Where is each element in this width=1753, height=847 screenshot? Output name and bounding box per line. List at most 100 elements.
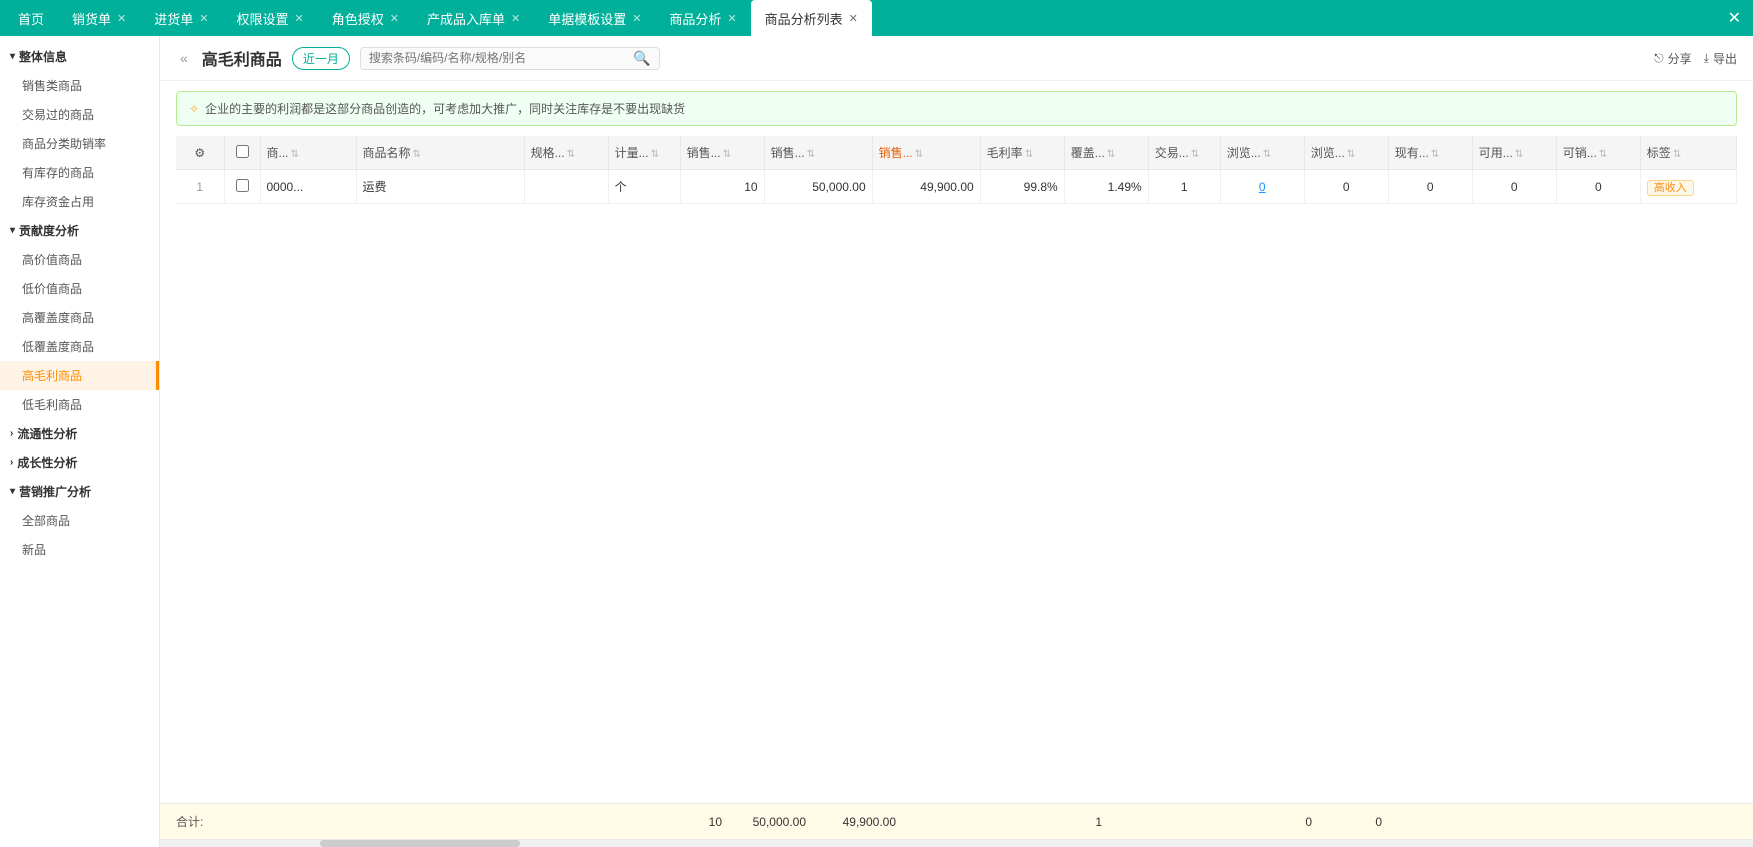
cell-name: 运费 [356,170,524,204]
sidebar-group-contribution[interactable]: ▾ 贡献度分析 [0,216,159,245]
info-icon: ✧ [189,102,199,116]
col-header-name[interactable]: 商品名称⇅ [356,136,524,170]
tab-close-sales-order[interactable]: ✕ [117,12,126,25]
sidebar-item-in-stock-goods[interactable]: 有库存的商品 [0,158,159,187]
sidebar-group-overall[interactable]: ▾ 整体信息 [0,42,159,71]
summary-sales-amount: 50,000.00 [722,815,812,829]
tab-product-analysis-list[interactable]: 商品分析列表 ✕ [751,0,872,36]
col-header-sales-profit[interactable]: 销售...⇅ [872,136,980,170]
info-banner: ✧ 企业的主要的利润都是这部分商品创造的，可考虑加大推广，同时关注库存是不要出现… [176,91,1737,126]
cell-browse1[interactable]: 0 [1220,170,1304,204]
sidebar-item-low-coverage[interactable]: 低覆盖度商品 [0,332,159,361]
sidebar-group-growth[interactable]: › 成长性分析 [0,448,159,477]
cell-stock-current: 0 [1388,170,1472,204]
tab-close-product-inbound[interactable]: ✕ [511,12,520,25]
col-header-checkbox[interactable] [224,136,260,170]
summary-sales-profit: 49,900.00 [812,815,902,829]
cell-code: 0000... [260,170,356,204]
row-checkbox[interactable] [236,179,249,192]
summary-sales-qty: 10 [652,815,722,829]
table-wrap: ⚙ 商...⇅ 商品名称⇅ 规格...⇅ 计量...⇅ 销售...⇅ 销售...… [160,136,1753,803]
tab-sales-order[interactable]: 销货单 ✕ [58,0,140,36]
tab-product-analysis[interactable]: 商品分析 ✕ [655,0,750,36]
filter-recent-month-button[interactable]: 近一月 [292,47,350,70]
cell-stock-available: 0 [1472,170,1556,204]
cell-checkbox[interactable] [224,170,260,204]
cell-spec [524,170,608,204]
col-header-stock-available[interactable]: 可用...⇅ [1472,136,1556,170]
col-header-stock-saleable[interactable]: 可销...⇅ [1556,136,1640,170]
data-table: ⚙ 商...⇅ 商品名称⇅ 规格...⇅ 计量...⇅ 销售...⇅ 销售...… [176,136,1737,204]
search-input[interactable] [369,51,634,65]
summary-label: 合计: [176,813,236,830]
sidebar-item-high-value[interactable]: 高价值商品 [0,245,159,274]
table-row: 1 0000... 运费 个 10 50,000.00 49,900.00 99… [176,170,1737,204]
col-header-sales-amount[interactable]: 销售...⇅ [764,136,872,170]
share-button[interactable]: ⎋ 分享 [1654,50,1692,67]
tab-permission-settings[interactable]: 权限设置 ✕ [222,0,317,36]
tab-close-product-analysis[interactable]: ✕ [727,12,736,25]
tab-purchase-order[interactable]: 进货单 ✕ [140,0,222,36]
tab-role-auth[interactable]: 角色授权 ✕ [318,0,413,36]
col-header-sales-qty[interactable]: 销售...⇅ [680,136,764,170]
arrow-growth: › [10,457,13,468]
tab-close-template[interactable]: ✕ [632,12,641,25]
sidebar-item-low-margin[interactable]: 低毛利商品 [0,390,159,419]
col-header-code[interactable]: 商...⇅ [260,136,356,170]
sidebar: ▾ 整体信息 销售类商品 交易过的商品 商品分类助销率 有库存的商品 库存资金占… [0,36,160,847]
col-header-gross-margin[interactable]: 毛利率⇅ [980,136,1064,170]
sidebar-item-high-margin[interactable]: 高毛利商品 [0,361,159,390]
export-icon: ⤓ [1704,51,1709,66]
sidebar-group-marketing[interactable]: ▾ 营销推广分析 [0,477,159,506]
sidebar-item-new-goods[interactable]: 新品 [0,535,159,564]
arrow-marketing: ▾ [10,486,15,497]
tab-home[interactable]: 首页 [4,0,58,36]
col-header-spec[interactable]: 规格...⇅ [524,136,608,170]
sidebar-group-liquidity[interactable]: › 流通性分析 [0,419,159,448]
close-window-button[interactable]: ✕ [1728,8,1749,28]
collapse-sidebar-button[interactable]: « [176,48,192,68]
tab-template-settings[interactable]: 单据模板设置 ✕ [534,0,655,36]
sidebar-item-high-coverage[interactable]: 高覆盖度商品 [0,303,159,332]
header-actions: ⎋ 分享 ⤓ 导出 [1654,50,1737,67]
cell-gross-margin: 99.8% [980,170,1064,204]
arrow-contribution: ▾ [10,225,15,236]
sidebar-item-all-goods[interactable]: 全部商品 [0,506,159,535]
col-header-browse1[interactable]: 浏览...⇅ [1220,136,1304,170]
col-header-browse2[interactable]: 浏览...⇅ [1304,136,1388,170]
export-button[interactable]: ⤓ 导出 [1704,50,1737,67]
cell-index: 1 [176,170,224,204]
col-header-unit[interactable]: 计量...⇅ [608,136,680,170]
cell-unit: 个 [608,170,680,204]
tab-close-permission[interactable]: ✕ [295,12,304,25]
summary-bar: 合计: 10 50,000.00 49,900.00 1 0 0 [160,803,1753,839]
col-header-trade[interactable]: 交易...⇅ [1148,136,1220,170]
sidebar-item-category-sales-rate[interactable]: 商品分类助销率 [0,129,159,158]
cell-sales-profit: 49,900.00 [872,170,980,204]
sidebar-item-sales-goods[interactable]: 销售类商品 [0,71,159,100]
table-header-row: ⚙ 商...⇅ 商品名称⇅ 规格...⇅ 计量...⇅ 销售...⇅ 销售...… [176,136,1737,170]
tab-product-inbound[interactable]: 产成品入库单 ✕ [413,0,534,36]
search-wrap: 🔍 [360,47,660,70]
sidebar-item-low-value[interactable]: 低价值商品 [0,274,159,303]
bottom-scrollbar[interactable] [160,839,1753,847]
sidebar-item-stock-capital[interactable]: 库存资金占用 [0,187,159,216]
col-header-stock-current[interactable]: 现有...⇅ [1388,136,1472,170]
cell-sales-qty: 10 [680,170,764,204]
main-layout: ▾ 整体信息 销售类商品 交易过的商品 商品分类助销率 有库存的商品 库存资金占… [0,36,1753,847]
cell-sales-amount: 50,000.00 [764,170,872,204]
tab-close-product-analysis-list[interactable]: ✕ [849,12,858,25]
summary-stock-available: 0 [1312,815,1382,829]
select-all-checkbox[interactable] [236,145,249,158]
tab-close-role-auth[interactable]: ✕ [390,12,399,25]
sidebar-item-traded-goods[interactable]: 交易过的商品 [0,100,159,129]
arrow-overall: ▾ [10,51,15,62]
arrow-liquidity: › [10,428,13,439]
content-area: « 高毛利商品 近一月 🔍 ⎋ 分享 ⤓ 导出 ✧ 企业的主要的利润都是这部 [160,36,1753,847]
tab-close-purchase-order[interactable]: ✕ [199,12,208,25]
scrollbar-thumb[interactable] [320,840,520,847]
col-header-settings[interactable]: ⚙ [176,136,224,170]
cell-trade: 1 [1148,170,1220,204]
col-header-coverage[interactable]: 覆盖...⇅ [1064,136,1148,170]
col-header-tag[interactable]: 标签⇅ [1640,136,1736,170]
